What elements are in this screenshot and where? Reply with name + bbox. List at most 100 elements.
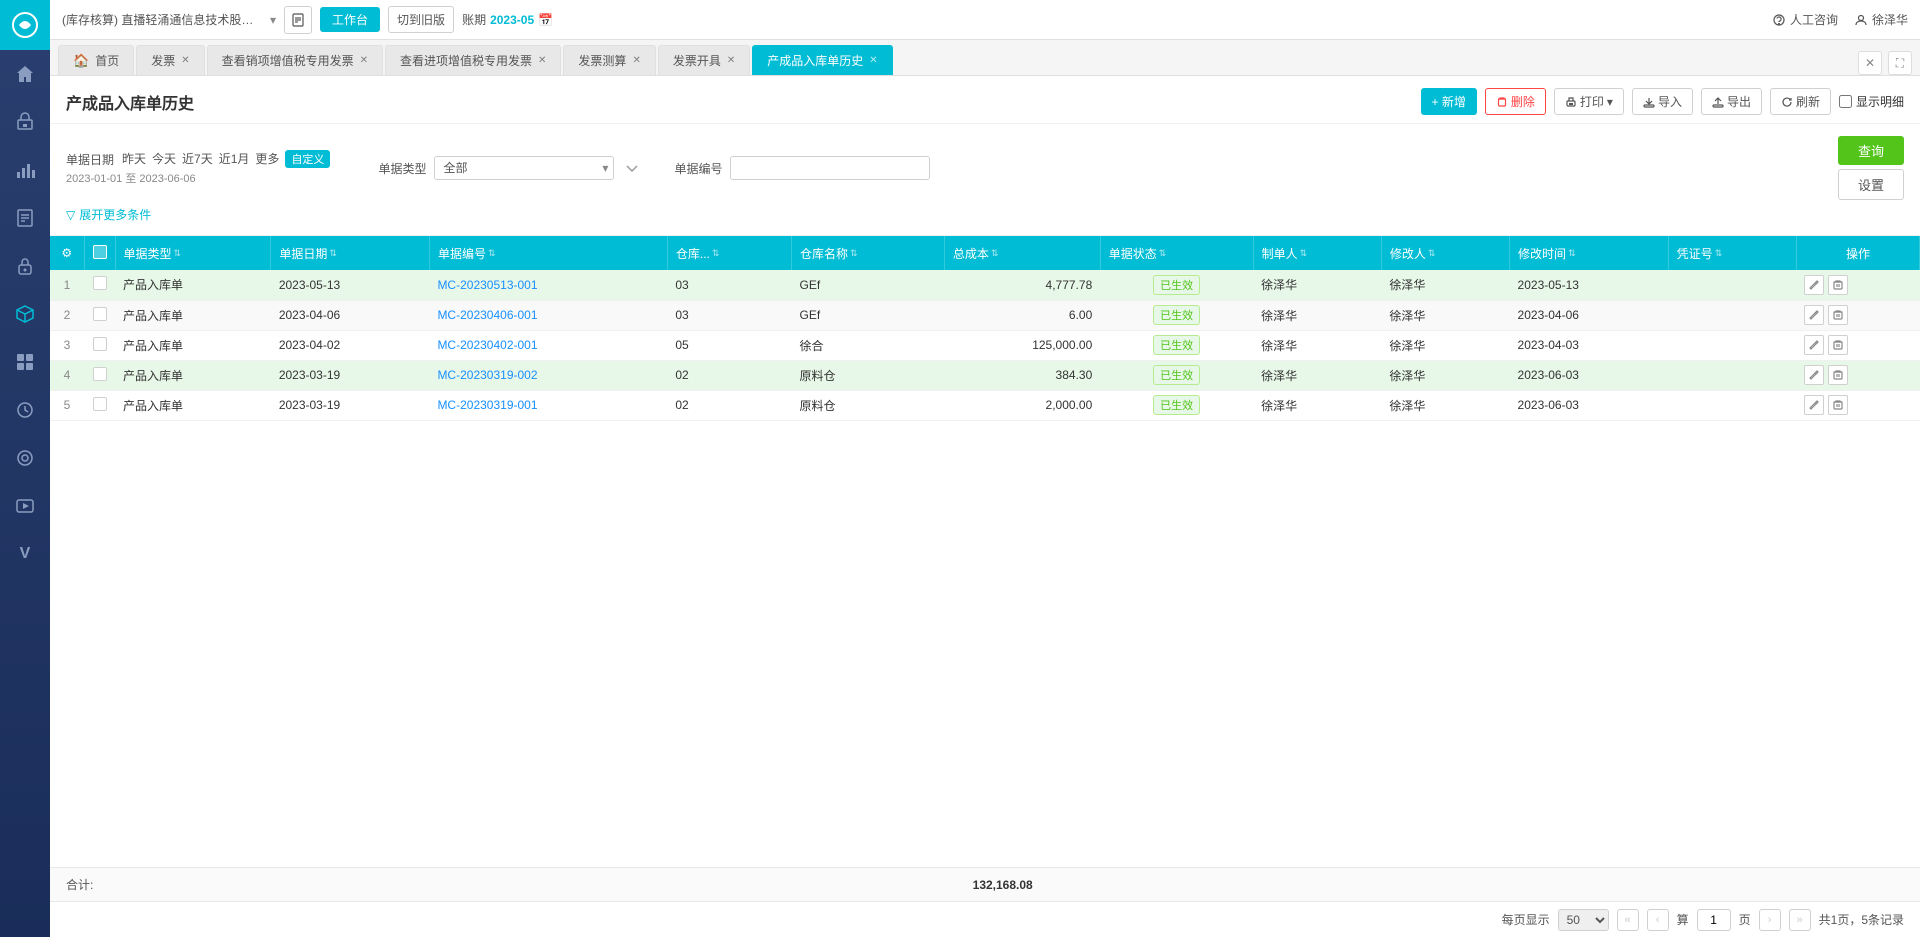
th-doc-status[interactable]: 单据状态 ⇅ xyxy=(1100,236,1253,270)
tab-invoice-open[interactable]: 发票开具 ✕ xyxy=(658,45,750,75)
header-checkbox[interactable] xyxy=(93,245,107,259)
query-button[interactable]: 查询 xyxy=(1838,136,1904,165)
th-modify-time[interactable]: 修改时间 ⇅ xyxy=(1510,236,1669,270)
tab-invoice[interactable]: 发票 ✕ xyxy=(136,45,204,75)
row-edit-btn-2[interactable] xyxy=(1804,335,1824,355)
tab-invoice-calc[interactable]: 发票测算 ✕ xyxy=(563,45,655,75)
user-menu[interactable]: 徐泽华 xyxy=(1854,11,1908,28)
row-delete-btn-1[interactable] xyxy=(1828,305,1848,325)
sidebar-item-lock[interactable] xyxy=(0,242,50,290)
sidebar-item-v[interactable]: V xyxy=(0,530,50,578)
tab-product-inbound[interactable]: 产成品入库单历史 ✕ xyxy=(752,45,892,75)
page-first-btn[interactable]: « xyxy=(1617,909,1639,931)
page-size-select[interactable]: 50 100 200 xyxy=(1558,909,1609,931)
sidebar-item-settings[interactable] xyxy=(0,434,50,482)
th-modifier[interactable]: 修改人 ⇅ xyxy=(1381,236,1509,270)
cell-docno-3[interactable]: MC-20230319-002 xyxy=(429,360,667,390)
row-edit-btn-0[interactable] xyxy=(1804,275,1824,295)
print-dropdown-icon[interactable]: ▾ xyxy=(1607,95,1613,109)
th-warehouse[interactable]: 仓库... ⇅ xyxy=(667,236,791,270)
filter-doctype-label: 单据类型 xyxy=(378,160,426,177)
filter-docno-input[interactable] xyxy=(730,156,930,180)
page-label: 页 xyxy=(1739,911,1751,928)
refresh-button[interactable]: 刷新 xyxy=(1770,88,1831,115)
th-doc-no[interactable]: 单据编号 ⇅ xyxy=(429,236,667,270)
th-total-cost[interactable]: 总成本 ⇅ xyxy=(944,236,1100,270)
delete-button[interactable]: 删除 xyxy=(1485,88,1546,115)
cell-docno-2[interactable]: MC-20230402-001 xyxy=(429,330,667,360)
tab-invoice-close[interactable]: ✕ xyxy=(181,55,189,66)
print-button[interactable]: 打印 ▾ xyxy=(1554,88,1624,115)
company-dropdown-icon[interactable]: ▾ xyxy=(270,13,276,27)
history-mode-button[interactable]: 切到旧版 xyxy=(388,6,454,33)
page-size-label: 每页显示 xyxy=(1502,911,1550,928)
tab-purchase-vat[interactable]: 查看进项增值税专用发票 ✕ xyxy=(385,45,561,75)
tab-bar: 🏠 首页 发票 ✕ 查看销项增值税专用发票 ✕ 查看进项增值税专用发票 ✕ 发票… xyxy=(50,40,1920,76)
tab-purchase-vat-close[interactable]: ✕ xyxy=(538,55,546,66)
period-calendar-icon[interactable]: 📅 xyxy=(538,13,553,27)
sidebar-item-inventory[interactable] xyxy=(0,290,50,338)
sidebar-item-more1[interactable] xyxy=(0,386,50,434)
filter-today[interactable]: 今天 xyxy=(152,150,176,168)
support-button[interactable]: 人工咨询 xyxy=(1772,11,1838,28)
filter-doctype-select[interactable]: 全部 产品入库单 xyxy=(434,156,614,180)
show-detail-checkbox[interactable] xyxy=(1839,95,1852,108)
page-last-btn[interactable]: » xyxy=(1789,909,1811,931)
tab-invoice-calc-close[interactable]: ✕ xyxy=(632,55,640,66)
sidebar-item-play[interactable] xyxy=(0,482,50,530)
setting-button[interactable]: 设置 xyxy=(1838,169,1904,200)
table-wrap: ⚙ 单据类型 ⇅ xyxy=(50,236,1920,867)
new-button[interactable]: + 新增 xyxy=(1421,88,1477,115)
page-prev-btn[interactable]: ‹ xyxy=(1647,909,1669,931)
th-settings[interactable]: ⚙ xyxy=(50,236,84,270)
tab-sales-vat[interactable]: 查看销项增值税专用发票 ✕ xyxy=(207,45,383,75)
row-checkbox-2[interactable] xyxy=(93,337,107,351)
sidebar-item-chart[interactable] xyxy=(0,146,50,194)
tab-close-all[interactable]: ✕ xyxy=(1858,51,1882,75)
filter-yesterday[interactable]: 昨天 xyxy=(122,150,146,168)
filter-7days[interactable]: 近7天 xyxy=(182,150,213,168)
cell-docno-4[interactable]: MC-20230319-001 xyxy=(429,390,667,420)
cell-modifier-2: 徐泽华 xyxy=(1381,330,1509,360)
tab-expand[interactable]: ⛶ xyxy=(1888,51,1912,75)
filter-custom[interactable]: 自定义 xyxy=(285,150,330,168)
sidebar-item-home[interactable] xyxy=(0,50,50,98)
th-warehouse-name[interactable]: 仓库名称 ⇅ xyxy=(792,236,945,270)
cell-docdate-2: 2023-04-02 xyxy=(271,330,430,360)
row-delete-btn-2[interactable] xyxy=(1828,335,1848,355)
filter-1month[interactable]: 近1月 xyxy=(219,150,250,168)
th-creator[interactable]: 制单人 ⇅ xyxy=(1253,236,1381,270)
filter-expand[interactable]: ▽ 展开更多条件 xyxy=(66,206,1904,223)
row-delete-btn-4[interactable] xyxy=(1828,395,1848,415)
row-checkbox-4[interactable] xyxy=(93,397,107,411)
tab-invoice-open-close[interactable]: ✕ xyxy=(727,55,735,66)
tab-product-inbound-close[interactable]: ✕ xyxy=(869,55,877,66)
row-edit-btn-1[interactable] xyxy=(1804,305,1824,325)
export-button[interactable]: 导出 xyxy=(1701,88,1762,115)
row-checkbox-1[interactable] xyxy=(93,307,107,321)
cell-docno-1[interactable]: MC-20230406-001 xyxy=(429,300,667,330)
filter-more[interactable]: 更多 xyxy=(255,150,279,168)
row-checkbox-0[interactable] xyxy=(93,276,107,290)
sidebar-item-org[interactable] xyxy=(0,98,50,146)
import-button[interactable]: 导入 xyxy=(1632,88,1693,115)
page-input[interactable] xyxy=(1697,909,1731,931)
sidebar-item-invoice[interactable] xyxy=(0,194,50,242)
th-voucher-no[interactable]: 凭证号 ⇅ xyxy=(1668,236,1796,270)
th-doc-date[interactable]: 单据日期 ⇅ xyxy=(271,236,430,270)
app-logo[interactable] xyxy=(0,0,50,50)
row-checkbox-3[interactable] xyxy=(93,367,107,381)
tab-home[interactable]: 🏠 首页 xyxy=(58,45,134,75)
workbench-button[interactable]: 工作台 xyxy=(320,7,380,32)
doc-icon-btn[interactable] xyxy=(284,6,312,34)
row-edit-btn-3[interactable] xyxy=(1804,365,1824,385)
th-doc-type[interactable]: 单据类型 ⇅ xyxy=(115,236,271,270)
row-delete-btn-3[interactable] xyxy=(1828,365,1848,385)
sidebar-item-grid[interactable] xyxy=(0,338,50,386)
page-next-btn[interactable]: › xyxy=(1759,909,1781,931)
tab-sales-vat-close[interactable]: ✕ xyxy=(360,55,368,66)
show-detail-checkbox-label[interactable]: 显示明细 xyxy=(1839,93,1904,110)
row-edit-btn-4[interactable] xyxy=(1804,395,1824,415)
cell-docno-0[interactable]: MC-20230513-001 xyxy=(429,270,667,300)
row-delete-btn-0[interactable] xyxy=(1828,275,1848,295)
